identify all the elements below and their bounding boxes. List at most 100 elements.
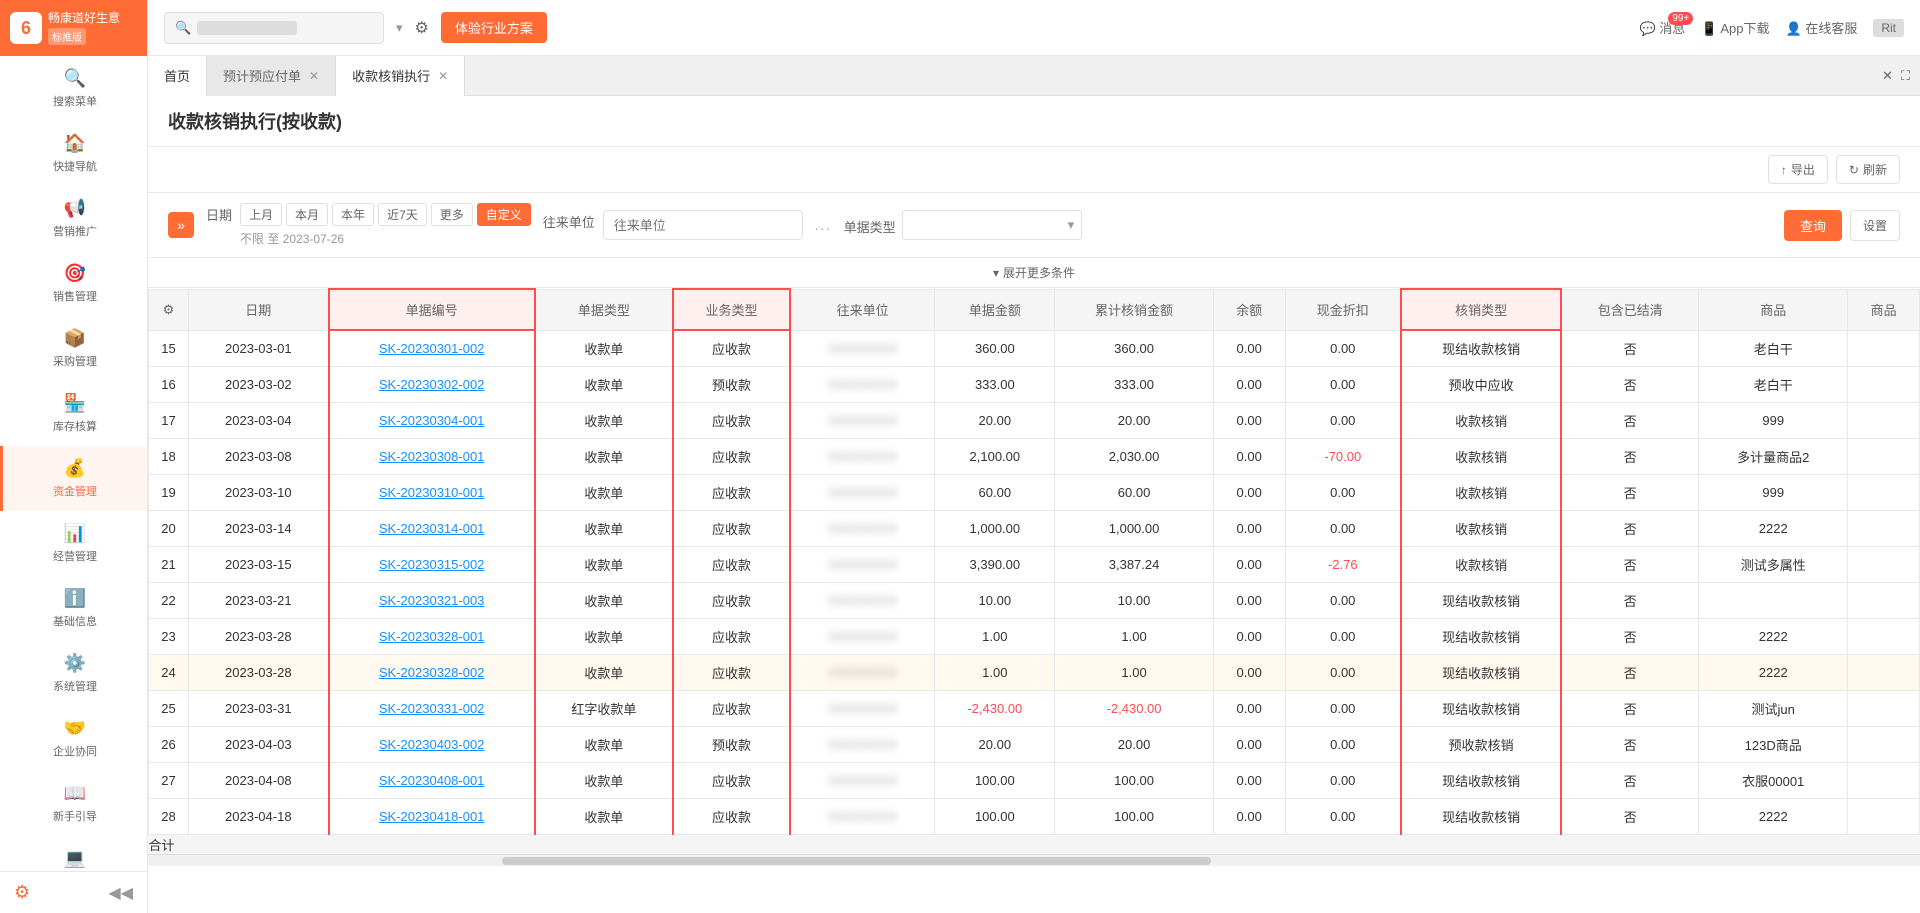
cell-included: 否 [1561, 511, 1699, 547]
cell-doc-no[interactable]: SK-20230321-003 [329, 583, 535, 619]
query-btn[interactable]: 查询 [1784, 210, 1842, 241]
tab-collection-close[interactable]: ✕ [438, 69, 448, 83]
user-avatar[interactable]: Rit [1873, 19, 1904, 37]
topbar-search[interactable]: 🔍 [164, 12, 384, 44]
close-all-icon[interactable]: ✕ [1882, 68, 1893, 84]
cell-doc-no[interactable]: SK-20230331-002 [329, 691, 535, 727]
cell-doc-type: 收款单 [535, 511, 673, 547]
cell-doc-type: 收款单 [535, 799, 673, 835]
cell-doc-no[interactable]: SK-20230304-001 [329, 403, 535, 439]
cell-cash-discount: -70.00 [1285, 439, 1401, 475]
cell-product2 [1848, 367, 1920, 403]
cell-cancel-amount: 1,000.00 [1055, 511, 1213, 547]
cell-doc-no[interactable]: SK-20230328-001 [329, 619, 535, 655]
cell-balance: 0.00 [1213, 403, 1285, 439]
footer-label: 合计 [149, 835, 329, 855]
cell-cancel-type: 收款核销 [1401, 439, 1561, 475]
cell-doc-no[interactable]: SK-20230328-002 [329, 655, 535, 691]
sidebar-item-operation[interactable]: 📊 经营管理 [0, 511, 147, 576]
date-btn-this-month[interactable]: 本月 [286, 203, 328, 226]
cell-included: 否 [1561, 547, 1699, 583]
export-btn[interactable]: ↑ 导出 [1768, 155, 1828, 184]
scrollbar-thumb[interactable] [502, 857, 1211, 865]
cell-cancel-type: 现结收款核销 [1401, 655, 1561, 691]
cell-doc-no[interactable]: SK-20230315-002 [329, 547, 535, 583]
settings-icon[interactable]: ⚙ [14, 882, 30, 903]
cell-cash-discount: -2.76 [1285, 547, 1401, 583]
sidebar-item-purchase[interactable]: 📦 采购管理 [0, 316, 147, 381]
app-download-btn[interactable]: 📱 App下载 [1701, 18, 1769, 37]
tab-home[interactable]: 首页 [148, 56, 207, 96]
cell-date: 2023-04-03 [189, 727, 329, 763]
sidebar-item-label-enterprise: 企业协同 [53, 743, 97, 759]
sidebar-item-sales[interactable]: 🎯 销售管理 [0, 251, 147, 316]
sidebar-item-quick[interactable]: 🏠 快捷导航 [0, 121, 147, 186]
gear-icon[interactable]: ⚙ [415, 18, 429, 38]
inventory-icon: 🏪 [64, 393, 86, 414]
table-row: 19 2023-03-10 SK-20230310-001 收款单 应收款 XX… [149, 475, 1920, 511]
cell-cancel-type: 现结收款核销 [1401, 763, 1561, 799]
more-filters-btn[interactable]: ... [815, 218, 832, 233]
sidebar-item-base[interactable]: ℹ️ 基础信息 [0, 576, 147, 641]
cell-balance: 0.00 [1213, 439, 1285, 475]
cell-doc-no[interactable]: SK-20230301-002 [329, 330, 535, 367]
page-title: 收款核销执行(按收款) [168, 108, 1900, 146]
cell-doc-type: 收款单 [535, 763, 673, 799]
industry-btn[interactable]: 体验行业方案 [441, 12, 547, 43]
filter-toggle-btn[interactable]: » [168, 212, 194, 238]
sidebar-item-search[interactable]: 🔍 搜索菜单 [0, 56, 147, 121]
cell-doc-no[interactable]: SK-20230310-001 [329, 475, 535, 511]
date-btn-custom[interactable]: 自定义 [477, 203, 531, 226]
partner-input[interactable] [603, 210, 803, 240]
type-select[interactable] [902, 210, 1082, 240]
sidebar-item-inventory[interactable]: 🏪 库存核算 [0, 381, 147, 446]
expand-btn[interactable]: ▾ 展开更多条件 [993, 264, 1075, 281]
cell-product2 [1848, 439, 1920, 475]
maximize-icon[interactable]: ⛶ [1901, 68, 1910, 84]
collapse-icon[interactable]: ◀◀ [108, 883, 133, 903]
cell-partner: XXXXXXXX [790, 403, 935, 439]
sidebar-item-guide[interactable]: 📖 新手引导 [0, 771, 147, 836]
date-btn-last-month[interactable]: 上月 [240, 203, 282, 226]
filter-bar: » 日期 上月 本月 本年 近7天 更多 自定义 不限 至 2023-07-2 [148, 193, 1920, 258]
th-doc-no: 单据编号 [329, 289, 535, 330]
cell-product: 测试jun [1699, 691, 1848, 727]
date-btn-more[interactable]: 更多 [431, 203, 473, 226]
cell-doc-no[interactable]: SK-20230302-002 [329, 367, 535, 403]
dropdown-arrow[interactable]: ▾ [396, 20, 403, 36]
sidebar-item-hardware[interactable]: 💻 智能硬件 [0, 836, 147, 871]
th-settings[interactable]: ⚙ [149, 289, 189, 330]
cell-no: 28 [149, 799, 189, 835]
cell-doc-no[interactable]: SK-20230314-001 [329, 511, 535, 547]
cell-partner: XXXXXXXX [790, 475, 935, 511]
service-btn[interactable]: 👤 在线客服 [1786, 18, 1858, 37]
cell-cancel-amount: 10.00 [1055, 583, 1213, 619]
cell-cancel-type: 现结收款核销 [1401, 619, 1561, 655]
cell-doc-no[interactable]: SK-20230308-001 [329, 439, 535, 475]
refresh-btn[interactable]: ↻ 刷新 [1836, 155, 1900, 184]
tab-collection[interactable]: 收款核销执行 ✕ [336, 56, 465, 96]
settings-btn[interactable]: 设置 [1850, 210, 1900, 241]
cell-balance: 0.00 [1213, 547, 1285, 583]
sidebar-item-finance[interactable]: 💰 资金管理 [0, 446, 147, 511]
sidebar-item-marketing[interactable]: 📢 营销推广 [0, 186, 147, 251]
message-btn[interactable]: 💬 消息 99+ [1639, 18, 1685, 37]
date-btn-7days[interactable]: 近7天 [378, 203, 427, 226]
search-icon: 🔍 [64, 68, 86, 89]
table-footer: 合计 [149, 835, 1920, 855]
tab-receivable-close[interactable]: ✕ [309, 69, 319, 83]
date-btn-this-year[interactable]: 本年 [332, 203, 374, 226]
sidebar-item-label-inventory: 库存核算 [53, 418, 97, 434]
cell-doc-no[interactable]: SK-20230418-001 [329, 799, 535, 835]
cell-cancel-type: 现结收款核销 [1401, 799, 1561, 835]
cell-product: 老白干 [1699, 367, 1848, 403]
cell-no: 23 [149, 619, 189, 655]
table-header-row: ⚙ 日期 单据编号 单据类型 业务类型 往来单位 单据金额 累计核销金额 余额 … [149, 289, 1920, 330]
sidebar-item-system[interactable]: ⚙️ 系统管理 [0, 641, 147, 706]
sidebar-item-label-base: 基础信息 [53, 613, 97, 629]
horizontal-scrollbar[interactable] [148, 854, 1920, 866]
cell-doc-no[interactable]: SK-20230408-001 [329, 763, 535, 799]
cell-doc-no[interactable]: SK-20230403-002 [329, 727, 535, 763]
tab-receivable[interactable]: 预计预应付单 ✕ [207, 56, 336, 96]
sidebar-item-enterprise[interactable]: 🤝 企业协同 [0, 706, 147, 771]
